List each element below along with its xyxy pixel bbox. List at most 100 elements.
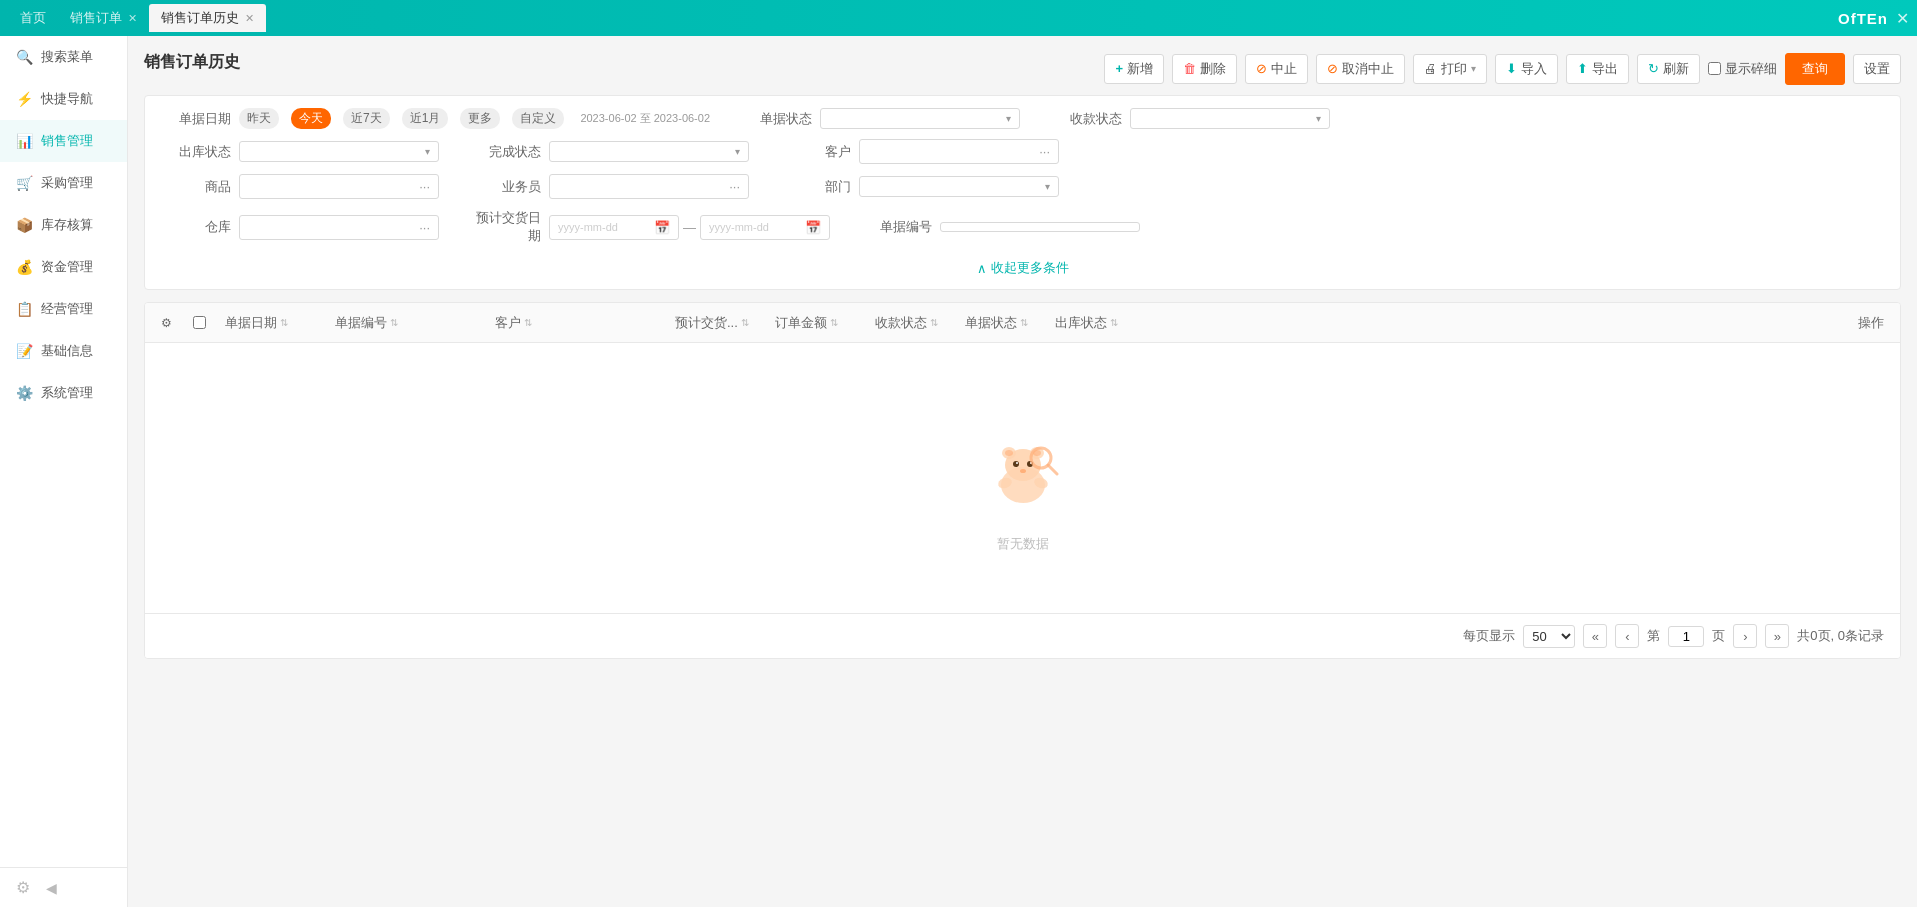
th-date[interactable]: 单据日期 ⇅	[217, 314, 327, 332]
first-page-button[interactable]: «	[1583, 624, 1607, 648]
date-chip-custom[interactable]: 自定义	[512, 108, 564, 129]
sidebar-item-inventory-calc[interactable]: 📦 库存核算	[0, 204, 127, 246]
table-check-all[interactable]	[193, 316, 206, 329]
order-number-field[interactable]	[940, 222, 1140, 232]
sidebar-item-search-menu[interactable]: 🔍 搜索菜单	[0, 36, 127, 78]
export-button[interactable]: ⬆ 导出	[1566, 54, 1629, 84]
page-number-input[interactable]	[1668, 626, 1704, 647]
department-select[interactable]: ▾	[859, 176, 1059, 197]
date-chip-more[interactable]: 更多	[460, 108, 500, 129]
display-columns-input[interactable]	[1708, 62, 1721, 75]
customer-dots-icon: ···	[1039, 144, 1050, 159]
completion-select[interactable]: ▾	[549, 141, 749, 162]
date-chip-1month[interactable]: 近1月	[402, 108, 449, 129]
import-button[interactable]: ⬇ 导入	[1495, 54, 1558, 84]
sidebar-item-sales-mgmt[interactable]: 📊 销售管理	[0, 120, 127, 162]
sidebar-item-basic-info[interactable]: 📝 基础信息	[0, 330, 127, 372]
import-icon: ⬇	[1506, 61, 1517, 76]
query-button[interactable]: 查询	[1785, 53, 1845, 85]
tab-sales-order-history[interactable]: 销售订单历史 ✕	[149, 4, 266, 32]
basic-info-icon: 📝	[16, 343, 33, 359]
delivery-date-to[interactable]: yyyy-mm-dd 📅	[700, 215, 830, 240]
page-title: 销售订单历史	[144, 52, 240, 73]
sidebar-settings-icon[interactable]: ⚙	[16, 878, 30, 897]
date-range-text: 2023-06-02 至 2023-06-02	[580, 111, 710, 126]
th-number[interactable]: 单据编号 ⇅	[327, 314, 487, 332]
sidebar-item-system-mgmt[interactable]: ⚙️ 系统管理	[0, 372, 127, 414]
collapse-row[interactable]: ∧ 收起更多条件	[161, 255, 1884, 277]
toolbar: + 新增 🗑 删除 ⊘ 中止 ⊘ 取消中止 🖨 打印	[1104, 53, 1901, 85]
delivery-date-label: 预计交货日期	[471, 209, 541, 245]
th-check[interactable]	[185, 316, 217, 329]
th-status[interactable]: 单据状态 ⇅	[957, 314, 1047, 332]
table-container: ⚙ 单据日期 ⇅ 单据编号 ⇅ 客户 ⇅ 预计交货... ⇅	[144, 302, 1901, 659]
next-page-button[interactable]: ›	[1733, 624, 1757, 648]
th-receipt[interactable]: 收款状态 ⇅	[867, 314, 957, 332]
sidebar-label-quick-nav: 快捷导航	[41, 90, 93, 108]
display-columns-checkbox[interactable]: 显示碎细	[1708, 60, 1777, 78]
settings-button[interactable]: 设置	[1853, 54, 1901, 84]
customer-field[interactable]: ···	[859, 139, 1059, 164]
sales-person-field[interactable]: ···	[549, 174, 749, 199]
tab-home[interactable]: 首页	[8, 4, 58, 32]
completion-label: 完成状态	[471, 143, 541, 161]
outbound-select[interactable]: ▾	[239, 141, 439, 162]
receipt-status-select[interactable]: ▾	[1130, 108, 1330, 129]
last-page-button[interactable]: »	[1765, 624, 1789, 648]
top-bar: 首页 销售订单 ✕ 销售订单历史 ✕ OfTEn ✕	[0, 0, 1917, 36]
print-button[interactable]: 🖨 打印 ▾	[1413, 54, 1487, 84]
th-action: 操作	[1137, 314, 1892, 332]
date-chip-7days[interactable]: 近7天	[343, 108, 390, 129]
th-client[interactable]: 客户 ⇅	[487, 314, 667, 332]
status-select[interactable]: ▾	[820, 108, 1020, 129]
new-icon: +	[1115, 61, 1123, 76]
warehouse-label: 仓库	[161, 218, 231, 236]
page-word-label: 第	[1647, 627, 1660, 645]
sidebar-item-capital-mgmt[interactable]: 💰 资金管理	[0, 246, 127, 288]
sidebar-item-purchase-mgmt[interactable]: 🛒 采购管理	[0, 162, 127, 204]
tab-sales-order-history-close[interactable]: ✕	[245, 12, 254, 25]
main-layout: 🔍 搜索菜单 ⚡ 快捷导航 📊 销售管理 🛒 采购管理 📦 库存核算 💰 资金管…	[0, 36, 1917, 907]
collapse-up-icon: ∧	[977, 261, 987, 276]
date-chip-today[interactable]: 今天	[291, 108, 331, 129]
sort-warehouse-icon: ⇅	[1110, 317, 1118, 328]
prev-page-button[interactable]: ‹	[1615, 624, 1639, 648]
tab-sales-order-close[interactable]: ✕	[128, 12, 137, 25]
empty-illustration	[973, 423, 1073, 523]
warehouse-field[interactable]: ···	[239, 215, 439, 240]
sidebar-item-operations-mgmt[interactable]: 📋 经营管理	[0, 288, 127, 330]
product-field[interactable]: ···	[239, 174, 439, 199]
th-settings[interactable]: ⚙	[153, 316, 185, 330]
page-size-select[interactable]: 10 20 50 100	[1523, 625, 1575, 648]
status-label: 单据状态	[742, 110, 812, 128]
purchase-mgmt-icon: 🛒	[16, 175, 33, 191]
sidebar-collapse-icon[interactable]: ◀	[46, 880, 57, 896]
window-close-btn[interactable]: ✕	[1896, 9, 1909, 28]
th-delivery[interactable]: 预计交货... ⇅	[667, 314, 767, 332]
stop-button[interactable]: ⊘ 中止	[1245, 54, 1308, 84]
sort-receipt-icon: ⇅	[930, 317, 938, 328]
cancel-stop-button[interactable]: ⊘ 取消中止	[1316, 54, 1405, 84]
new-button[interactable]: + 新增	[1104, 54, 1164, 84]
sidebar-item-quick-nav[interactable]: ⚡ 快捷导航	[0, 78, 127, 120]
content-area: 销售订单历史 + 新增 🗑 删除 ⊘ 中止 ⊘ 取消中止	[128, 36, 1917, 907]
system-mgmt-icon: ⚙️	[16, 385, 33, 401]
date-chip-yesterday[interactable]: 昨天	[239, 108, 279, 129]
cancel-stop-icon: ⊘	[1327, 61, 1338, 76]
sales-mgmt-icon: 📊	[16, 133, 33, 149]
sort-delivery-icon: ⇅	[741, 317, 749, 328]
th-warehouse[interactable]: 出库状态 ⇅	[1047, 314, 1137, 332]
sidebar-bottom: ⚙ ◀	[0, 867, 127, 907]
capital-mgmt-icon: 💰	[16, 259, 33, 275]
top-bar-right: OfTEn ✕	[1838, 9, 1909, 28]
refresh-button[interactable]: ↻ 刷新	[1637, 54, 1700, 84]
tab-sales-order[interactable]: 销售订单 ✕	[58, 4, 149, 32]
delete-button[interactable]: 🗑 删除	[1172, 54, 1237, 84]
filter-row-status: 出库状态 ▾ 完成状态 ▾ 客户 ···	[161, 139, 1884, 164]
pagination-bar: 每页显示 10 20 50 100 « ‹ 第 页 ›	[145, 613, 1900, 658]
sort-date-icon: ⇅	[280, 317, 288, 328]
delivery-date-from[interactable]: yyyy-mm-dd 📅	[549, 215, 679, 240]
export-icon: ⬆	[1577, 61, 1588, 76]
th-amount[interactable]: 订单金额 ⇅	[767, 314, 867, 332]
total-text: 共0页, 0条记录	[1797, 627, 1884, 645]
